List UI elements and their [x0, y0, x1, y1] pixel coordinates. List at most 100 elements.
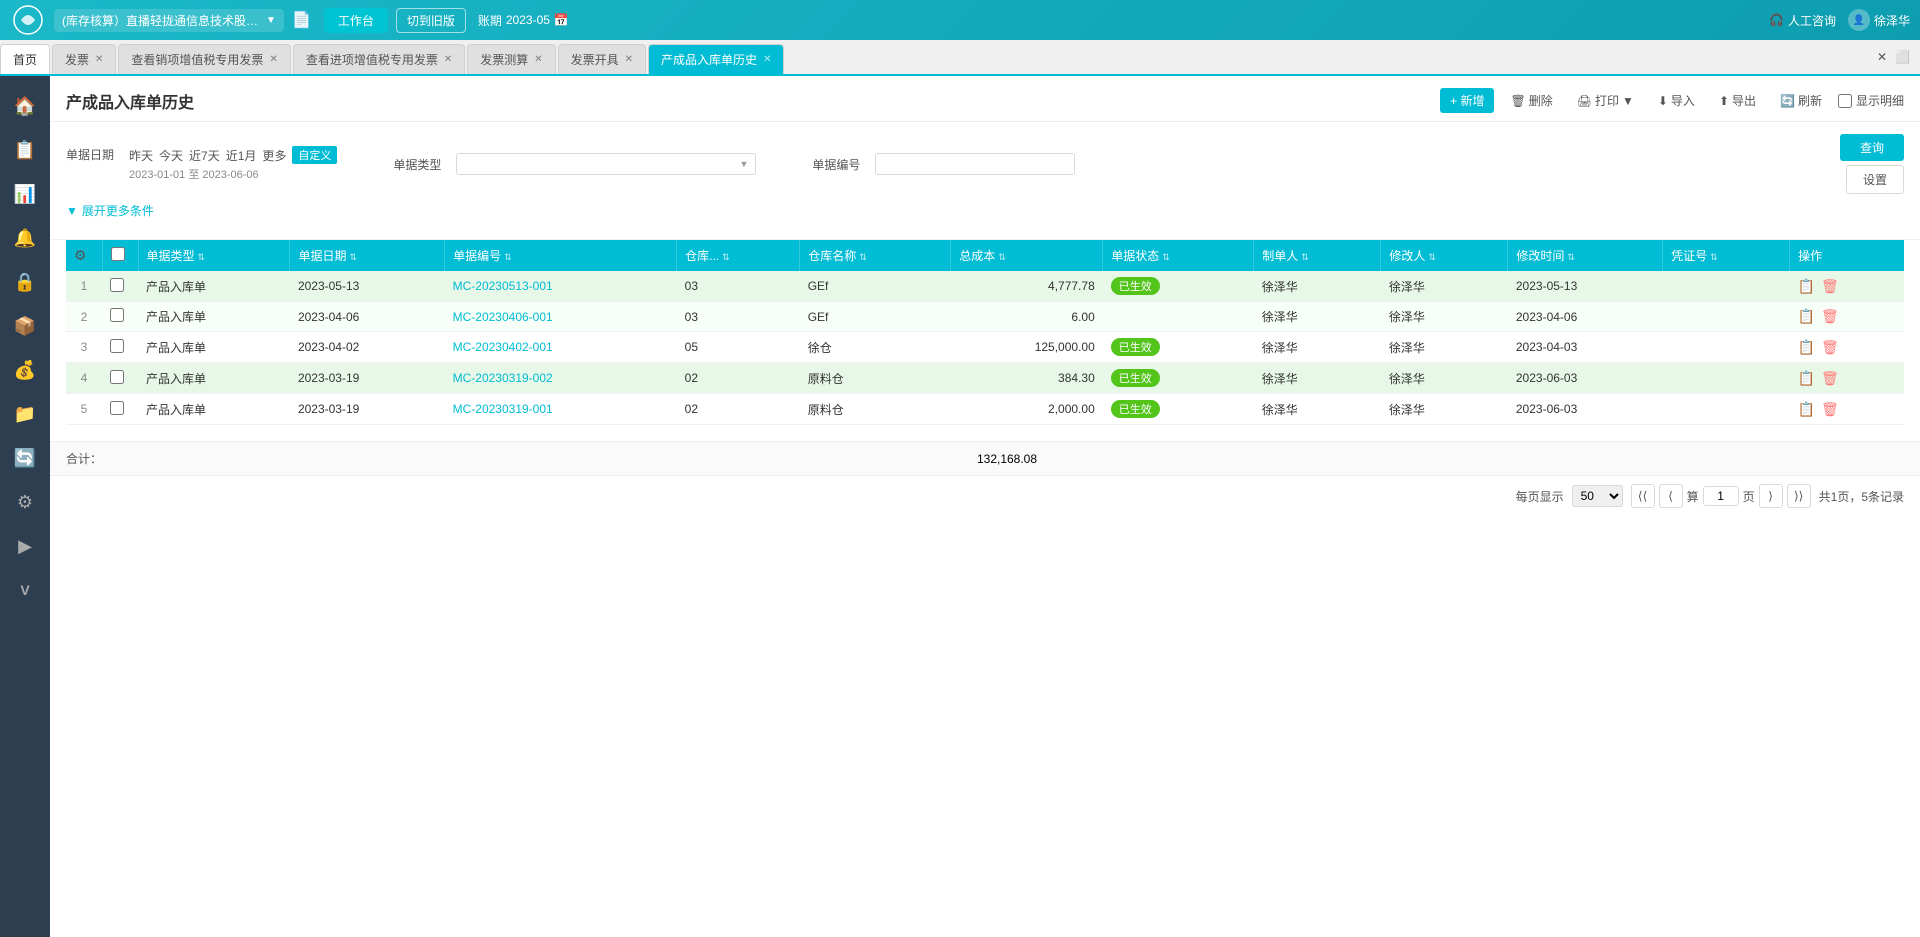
- first-page-btn[interactable]: ⟨⟨: [1631, 484, 1655, 508]
- edit-icon[interactable]: 📋: [1798, 308, 1815, 325]
- row-date: 2023-05-13: [290, 271, 445, 302]
- delete-button[interactable]: 🗑 删除: [1502, 88, 1560, 113]
- sort-icon[interactable]: ⇅: [1162, 252, 1170, 262]
- reset-button[interactable]: 设置: [1846, 165, 1904, 194]
- workbench-button[interactable]: 工作台: [324, 8, 388, 33]
- row-checkbox[interactable]: [110, 370, 124, 384]
- sort-icon[interactable]: ⇅: [1428, 252, 1436, 262]
- user-service-button[interactable]: 🎧 人工咨询: [1769, 12, 1836, 29]
- print-dropdown-icon[interactable]: ▼: [1622, 94, 1634, 108]
- tab-home[interactable]: 首页: [0, 44, 50, 74]
- sort-icon[interactable]: ⇅: [1301, 252, 1309, 262]
- sidebar-item-version[interactable]: V: [5, 570, 45, 610]
- sidebar-item-workflow[interactable]: 🔄: [5, 438, 45, 478]
- export-button[interactable]: ⬆ 导出: [1711, 88, 1764, 113]
- row-warehouse-name: GEf: [800, 271, 951, 302]
- switch-version-button[interactable]: 切到旧版: [396, 8, 466, 33]
- yesterday-btn[interactable]: 昨天: [129, 147, 153, 164]
- close-icon[interactable]: ✕: [269, 54, 277, 65]
- close-icon[interactable]: ✕: [625, 54, 633, 65]
- sidebar-item-analytics[interactable]: 📊: [5, 174, 45, 214]
- document-icon[interactable]: 📄: [292, 10, 312, 30]
- edit-icon[interactable]: 📋: [1798, 339, 1815, 356]
- document-link[interactable]: MC-20230406-001: [453, 310, 553, 324]
- tab-invoice[interactable]: 发票 ✕: [52, 44, 116, 74]
- close-all-icon[interactable]: ✕: [1877, 50, 1887, 64]
- tab-invoice-open[interactable]: 发票开具 ✕: [558, 44, 646, 74]
- sidebar-item-security[interactable]: 🔒: [5, 262, 45, 302]
- tab-purchase-invoice[interactable]: 查看进项增值税专用发票 ✕: [293, 44, 465, 74]
- close-icon[interactable]: ✕: [534, 54, 542, 65]
- new-button[interactable]: + 新增: [1440, 88, 1494, 113]
- maximize-icon[interactable]: ⬜: [1895, 50, 1910, 64]
- delete-icon[interactable]: 🗑: [1821, 339, 1839, 356]
- sidebar-item-home[interactable]: 🏠: [5, 86, 45, 126]
- row-warehouse-name: 原料仓: [800, 394, 951, 425]
- document-link[interactable]: MC-20230319-002: [453, 371, 553, 385]
- sort-icon[interactable]: ⇅: [198, 252, 206, 262]
- row-checkbox[interactable]: [110, 339, 124, 353]
- calendar-icon[interactable]: 📅: [554, 13, 569, 27]
- row-checkbox[interactable]: [110, 278, 124, 292]
- app-logo: [10, 2, 46, 38]
- sidebar-item-files[interactable]: 📁: [5, 394, 45, 434]
- sidebar-item-play[interactable]: ▶: [5, 526, 45, 566]
- close-icon[interactable]: ✕: [95, 54, 103, 65]
- import-button[interactable]: ⬇ 导入: [1650, 88, 1703, 113]
- delete-icon[interactable]: 🗑: [1821, 370, 1839, 387]
- sort-icon[interactable]: ⇅: [1710, 252, 1718, 262]
- edit-icon[interactable]: 📋: [1798, 401, 1815, 418]
- last1month-btn[interactable]: 近1月: [226, 147, 257, 164]
- query-button[interactable]: 查询: [1840, 134, 1904, 161]
- document-link[interactable]: MC-20230402-001: [453, 340, 553, 354]
- sort-icon[interactable]: ⇅: [349, 252, 357, 262]
- refresh-button[interactable]: 🔄 刷新: [1772, 88, 1830, 113]
- document-link[interactable]: MC-20230513-001: [453, 279, 553, 293]
- sidebar-item-settings[interactable]: ⚙: [5, 482, 45, 522]
- close-icon[interactable]: ✕: [763, 54, 771, 65]
- print-button[interactable]: 🖨 打印 ▼: [1569, 88, 1642, 113]
- next-page-btn[interactable]: ⟩: [1759, 484, 1783, 508]
- sort-icon[interactable]: ⇅: [722, 252, 730, 262]
- delete-icon[interactable]: 🗑: [1821, 308, 1839, 325]
- page-number-input[interactable]: [1703, 486, 1739, 506]
- edit-icon[interactable]: 📋: [1798, 370, 1815, 387]
- user-menu[interactable]: 👤 徐泽华: [1848, 9, 1910, 31]
- column-settings-button[interactable]: ⚙: [74, 247, 87, 264]
- sidebar-item-notifications[interactable]: 🔔: [5, 218, 45, 258]
- last7days-btn[interactable]: 近7天: [189, 147, 220, 164]
- number-input[interactable]: [875, 153, 1075, 175]
- sidebar-item-documents[interactable]: 📋: [5, 130, 45, 170]
- prev-page-btn[interactable]: ⟨: [1659, 484, 1683, 508]
- last-page-btn[interactable]: ⟩⟩: [1787, 484, 1811, 508]
- row-number: 4: [66, 363, 102, 394]
- sort-icon[interactable]: ⇅: [859, 252, 867, 262]
- edit-icon[interactable]: 📋: [1798, 278, 1815, 295]
- sidebar-item-inventory[interactable]: 📦: [5, 306, 45, 346]
- show-detail-toggle[interactable]: 显示明细: [1838, 92, 1904, 109]
- action-icons: 📋 🗑: [1798, 339, 1896, 356]
- custom-tag[interactable]: 自定义: [292, 146, 337, 164]
- close-icon[interactable]: ✕: [444, 54, 452, 65]
- tab-invoice-calc[interactable]: 发票测算 ✕: [467, 44, 555, 74]
- tab-product-inbound[interactable]: 产成品入库单历史 ✕: [648, 44, 784, 74]
- delete-icon[interactable]: 🗑: [1821, 401, 1839, 418]
- select-all-checkbox[interactable]: [111, 247, 125, 261]
- per-page-select[interactable]: 50 100 200: [1572, 485, 1623, 507]
- company-selector[interactable]: (库存核算）直播轻拢通信息技术股份... ▼: [54, 9, 284, 32]
- document-link[interactable]: MC-20230319-001: [453, 402, 553, 416]
- type-select[interactable]: [456, 153, 756, 175]
- today-btn[interactable]: 今天: [159, 147, 183, 164]
- sidebar-item-finance[interactable]: 💰: [5, 350, 45, 390]
- row-checkbox[interactable]: [110, 401, 124, 415]
- show-detail-checkbox[interactable]: [1838, 94, 1852, 108]
- more-btn[interactable]: 更多: [262, 147, 286, 164]
- tab-sales-invoice[interactable]: 查看销项增值税专用发票 ✕: [118, 44, 290, 74]
- table-row: 2 产品入库单 2023-04-06 MC-20230406-001 03 GE…: [66, 302, 1904, 332]
- sort-icon[interactable]: ⇅: [998, 252, 1006, 262]
- sort-icon[interactable]: ⇅: [1567, 252, 1575, 262]
- delete-icon[interactable]: 🗑: [1821, 278, 1839, 295]
- sort-icon[interactable]: ⇅: [504, 252, 512, 262]
- row-checkbox[interactable]: [110, 308, 124, 322]
- expand-more-btn[interactable]: ▼ 展开更多条件: [66, 202, 154, 219]
